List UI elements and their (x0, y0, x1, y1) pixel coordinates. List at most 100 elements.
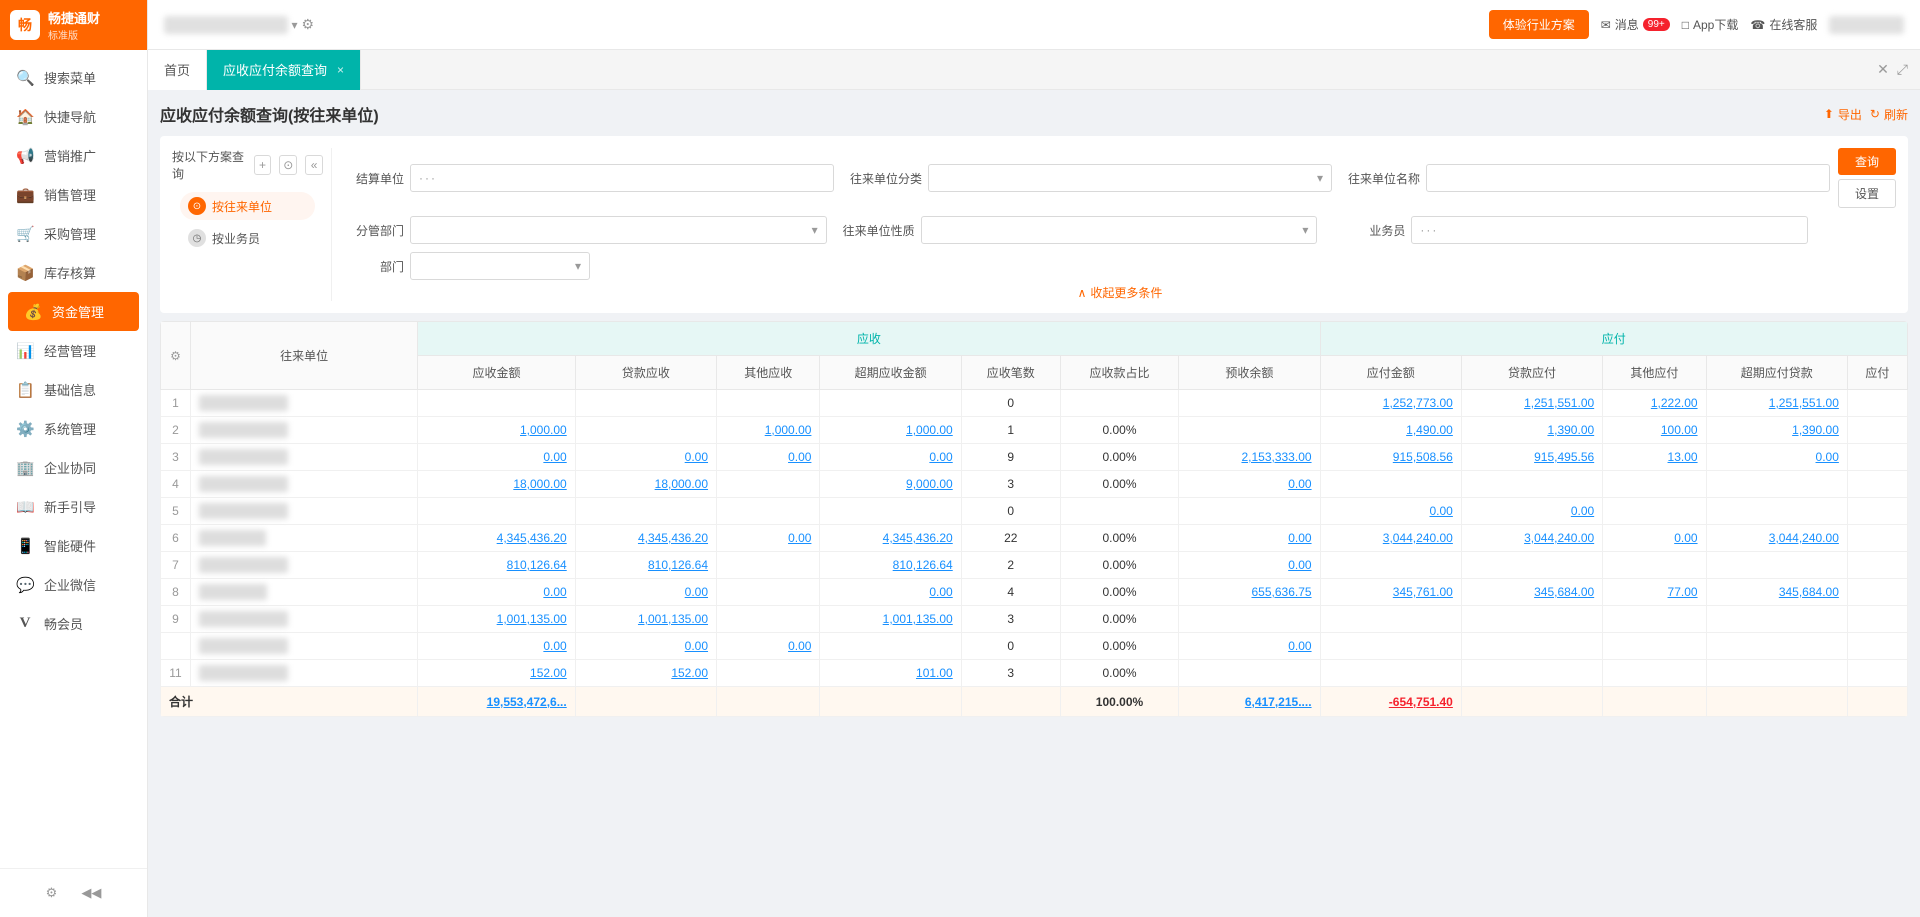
prepay-cell[interactable]: 655,636.75 (1179, 579, 1320, 606)
ar-overdue-cell[interactable]: 4,345,436.20 (820, 525, 961, 552)
ar-loan-cell[interactable]: 4,345,436.20 (575, 525, 716, 552)
total-ar-amount[interactable]: 19,553,472,6... (418, 687, 576, 717)
sidebar-item-hardware[interactable]: 📱 智能硬件 (0, 526, 147, 565)
tab-ar-ap-balance[interactable]: 应收应付余额查询 × (207, 50, 361, 90)
ap-other-cell[interactable]: 13.00 (1603, 444, 1706, 471)
ap-amount-cell[interactable]: 1,490.00 (1320, 417, 1461, 444)
sidebar-item-quick-nav[interactable]: 🏠 快捷导航 (0, 97, 147, 136)
ar-overdue-cell[interactable]: 9,000.00 (820, 471, 961, 498)
collapse-scheme-button[interactable]: « (305, 155, 323, 175)
app-download-button[interactable]: □ App下载 (1682, 16, 1739, 33)
ar-amount-cell[interactable]: 152.00 (418, 660, 576, 687)
sidebar-item-finance[interactable]: 💰 资金管理 (8, 292, 139, 331)
ap-amount-cell[interactable]: 915,508.56 (1320, 444, 1461, 471)
chevron-down-icon[interactable]: ▾ (292, 18, 298, 32)
ap-other-cell[interactable]: 100.00 (1603, 417, 1706, 444)
ar-other-cell[interactable]: 0.00 (717, 525, 820, 552)
prepay-cell[interactable]: 0.00 (1179, 471, 1320, 498)
query-button[interactable]: 查询 (1838, 148, 1896, 175)
ap-overdue-cell[interactable]: 1,251,551.00 (1706, 390, 1847, 417)
ar-other-cell[interactable]: 1,000.00 (717, 417, 820, 444)
sidebar-collapse-btn[interactable]: ◀◀ (71, 879, 111, 907)
ar-overdue-cell[interactable]: 1,001,135.00 (820, 606, 961, 633)
ap-other-cell[interactable]: 1,222.00 (1603, 390, 1706, 417)
settings-scheme-button[interactable]: ⊙ (279, 155, 297, 175)
refresh-button[interactable]: ↻ 刷新 (1870, 106, 1908, 123)
collapse-more-button[interactable]: ∧ 收起更多条件 (344, 284, 1896, 301)
ar-loan-cell[interactable]: 0.00 (575, 633, 716, 660)
gear-icon[interactable]: ⚙ (302, 16, 315, 33)
ap-loan-cell[interactable]: 915,495.56 (1461, 444, 1602, 471)
ar-loan-cell[interactable]: 18,000.00 (575, 471, 716, 498)
ap-amount-cell[interactable]: 345,761.00 (1320, 579, 1461, 606)
ar-loan-cell[interactable]: 152.00 (575, 660, 716, 687)
partner-nature-input[interactable]: ▾ (921, 216, 1318, 244)
sidebar-settings-btn[interactable]: ⚙ (36, 879, 68, 907)
sidebar-item-guide[interactable]: 📖 新手引导 (0, 487, 147, 526)
ar-loan-cell[interactable]: 810,126.64 (575, 552, 716, 579)
ap-loan-cell[interactable]: 1,251,551.00 (1461, 390, 1602, 417)
ar-amount-cell[interactable]: 1,000.00 (418, 417, 576, 444)
partner-category-input[interactable]: ▾ (928, 164, 1332, 192)
online-service-button[interactable]: ☎ 在线客服 (1750, 16, 1817, 33)
ap-overdue-cell[interactable]: 1,390.00 (1706, 417, 1847, 444)
prepay-cell[interactable]: 0.00 (1179, 552, 1320, 579)
sidebar-item-wechat[interactable]: 💬 企业微信 (0, 565, 147, 604)
ar-amount-cell[interactable]: 0.00 (418, 444, 576, 471)
ar-amount-cell[interactable]: 18,000.00 (418, 471, 576, 498)
sidebar-item-inventory[interactable]: 📦 库存核算 (0, 253, 147, 292)
settlement-unit-input[interactable]: ··· (410, 164, 834, 192)
ar-overdue-cell[interactable]: 810,126.64 (820, 552, 961, 579)
ap-amount-cell[interactable]: 1,252,773.00 (1320, 390, 1461, 417)
ar-overdue-cell[interactable]: 101.00 (820, 660, 961, 687)
ar-amount-cell[interactable]: 1,001,135.00 (418, 606, 576, 633)
prepay-cell[interactable]: 0.00 (1179, 525, 1320, 552)
ap-overdue-cell[interactable]: 3,044,240.00 (1706, 525, 1847, 552)
tab-home[interactable]: 首页 (148, 50, 207, 90)
maximize-window-icon[interactable]: ⤢ (1897, 61, 1908, 78)
prepay-cell[interactable]: 0.00 (1179, 633, 1320, 660)
ar-other-cell[interactable]: 0.00 (717, 633, 820, 660)
sidebar-item-business[interactable]: 📊 经营管理 (0, 331, 147, 370)
ar-loan-cell[interactable]: 1,001,135.00 (575, 606, 716, 633)
sidebar-item-enterprise[interactable]: 🏢 企业协同 (0, 448, 147, 487)
ap-loan-cell[interactable]: 1,390.00 (1461, 417, 1602, 444)
table-settings-icon[interactable]: ⚙ (170, 349, 181, 363)
sidebar-item-sales[interactable]: 💼 销售管理 (0, 175, 147, 214)
export-button[interactable]: ⬆ 导出 (1824, 106, 1862, 123)
sidebar-item-basic-info[interactable]: 📋 基础信息 (0, 370, 147, 409)
dept-input[interactable]: ▾ (410, 252, 590, 280)
ar-overdue-cell[interactable]: 1,000.00 (820, 417, 961, 444)
prepay-cell[interactable]: 2,153,333.00 (1179, 444, 1320, 471)
scheme-by-partner[interactable]: ⊙ 按往来单位 (180, 192, 315, 220)
ar-amount-cell[interactable]: 0.00 (418, 579, 576, 606)
ap-amount-cell[interactable]: 0.00 (1320, 498, 1461, 525)
ap-overdue-cell[interactable]: 345,684.00 (1706, 579, 1847, 606)
sidebar-item-member[interactable]: V 畅会员 (0, 604, 147, 643)
ar-overdue-cell[interactable]: 0.00 (820, 444, 961, 471)
ar-amount-cell[interactable]: 4,345,436.20 (418, 525, 576, 552)
sidebar-item-search[interactable]: 🔍 搜索菜单 (0, 58, 147, 97)
ap-loan-cell[interactable]: 345,684.00 (1461, 579, 1602, 606)
manage-dept-input[interactable]: ▾ (410, 216, 827, 244)
ar-loan-cell[interactable]: 0.00 (575, 579, 716, 606)
ap-other-cell[interactable]: 0.00 (1603, 525, 1706, 552)
plan-button[interactable]: 体验行业方案 (1489, 10, 1589, 39)
partner-name-input[interactable] (1426, 164, 1830, 192)
ap-loan-cell[interactable]: 0.00 (1461, 498, 1602, 525)
ap-overdue-cell[interactable]: 0.00 (1706, 444, 1847, 471)
ar-loan-cell[interactable]: 0.00 (575, 444, 716, 471)
salesperson-input[interactable]: ··· (1411, 216, 1808, 244)
messages-button[interactable]: ✉ 消息 99+ (1601, 16, 1670, 33)
settings-button[interactable]: 设置 (1838, 179, 1896, 208)
sidebar-item-system[interactable]: ⚙️ 系统管理 (0, 409, 147, 448)
ap-amount-cell[interactable]: 3,044,240.00 (1320, 525, 1461, 552)
sidebar-item-marketing[interactable]: 📢 营销推广 (0, 136, 147, 175)
ar-other-cell[interactable]: 0.00 (717, 444, 820, 471)
tab-close-icon[interactable]: × (337, 63, 344, 77)
ap-loan-cell[interactable]: 3,044,240.00 (1461, 525, 1602, 552)
ap-other-cell[interactable]: 77.00 (1603, 579, 1706, 606)
total-ap-amount[interactable]: -654,751.40 (1320, 687, 1461, 717)
close-window-icon[interactable]: ✕ (1877, 61, 1889, 78)
user-avatar[interactable]: Rit (1829, 16, 1904, 34)
